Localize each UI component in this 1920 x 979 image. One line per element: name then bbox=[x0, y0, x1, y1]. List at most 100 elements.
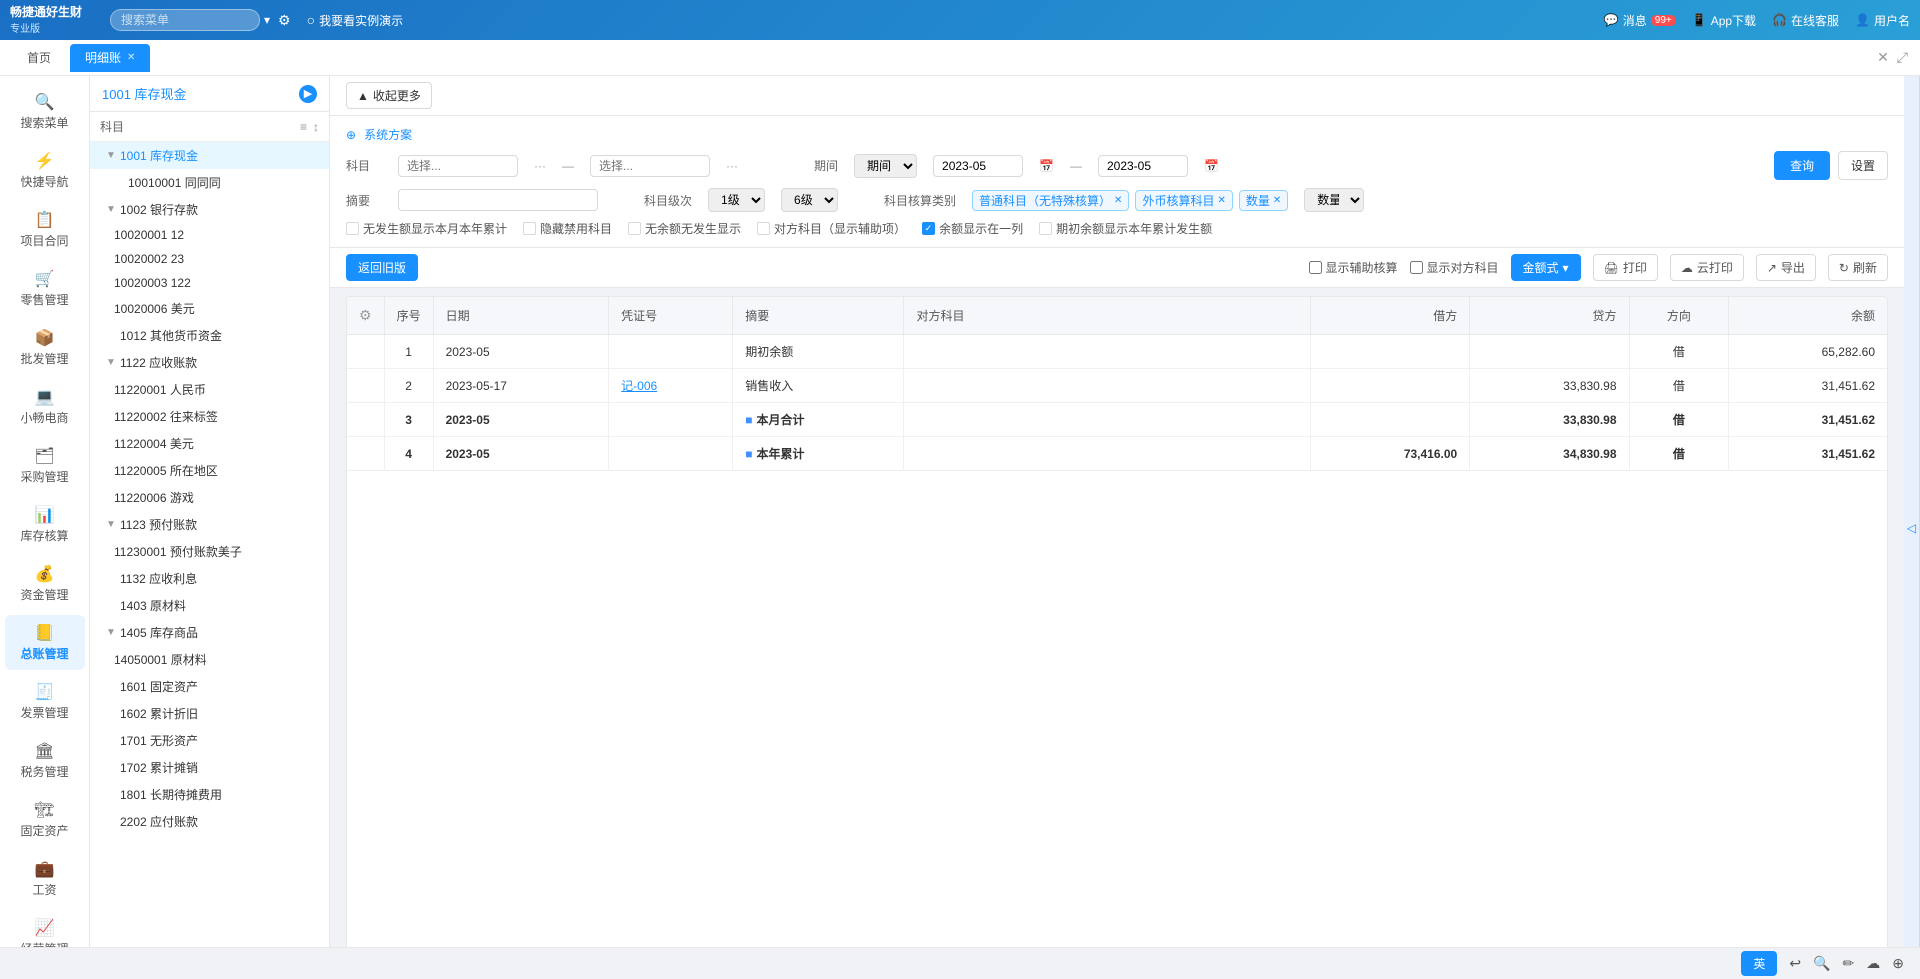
window-maximize-icon[interactable]: ⤢ bbox=[1897, 49, 1908, 66]
checkbox-balance-one-column[interactable]: ✓ 余额显示在一列 bbox=[922, 220, 1023, 237]
row2-voucher-link[interactable]: 记-006 bbox=[621, 379, 657, 393]
tag-normal-subject-close[interactable]: ✕ bbox=[1114, 195, 1122, 206]
tree-list-icon[interactable]: ≡ bbox=[300, 120, 307, 134]
sidebar-item-invoice[interactable]: 🧾 发票管理 bbox=[5, 674, 85, 729]
sidebar-item-wholesale[interactable]: 📦 批发管理 bbox=[5, 320, 85, 375]
subject-input-from[interactable] bbox=[398, 155, 518, 177]
checkbox-hide-disabled[interactable]: 隐藏禁用科目 bbox=[523, 220, 612, 237]
style-btn[interactable]: 金额式 ▾ bbox=[1511, 254, 1581, 281]
period-from-input[interactable] bbox=[933, 155, 1023, 177]
tag-foreign-currency[interactable]: 外币核算科目 ✕ bbox=[1135, 190, 1232, 211]
tree-node-1001[interactable]: ▼ 1001 库存现金 bbox=[90, 142, 329, 169]
tag-quantity[interactable]: 数量 ✕ bbox=[1239, 190, 1288, 211]
tag-normal-subject[interactable]: 普通科目（无特殊核算） ✕ bbox=[972, 190, 1129, 211]
tree-expand-1002[interactable]: ▼ bbox=[106, 204, 116, 215]
bottom-icon-4[interactable]: ☁ bbox=[1866, 955, 1880, 972]
sidebar-item-finance[interactable]: 💰 资金管理 bbox=[5, 556, 85, 611]
tree-node-10020002[interactable]: 10020002 23 bbox=[90, 247, 329, 271]
tree-node-11220005[interactable]: 11220005 所在地区 bbox=[90, 457, 329, 484]
bottom-icon-2[interactable]: 🔍 bbox=[1813, 955, 1830, 972]
bottom-icon-3[interactable]: ✏ bbox=[1843, 955, 1855, 972]
tree-node-1012[interactable]: 1012 其他货币资金 bbox=[90, 322, 329, 349]
sidebar-item-inventory[interactable]: 📊 库存核算 bbox=[5, 497, 85, 552]
show-contra-input[interactable] bbox=[1410, 261, 1423, 274]
return-old-btn[interactable]: 返回旧版 bbox=[346, 254, 418, 281]
sidebar-item-quick-nav[interactable]: ⚡ 快捷导航 bbox=[5, 143, 85, 198]
user-info[interactable]: 👤 用户名 bbox=[1855, 12, 1910, 29]
bottom-icon-5[interactable]: ⊕ bbox=[1892, 955, 1904, 972]
tag-foreign-currency-close[interactable]: ✕ bbox=[1217, 195, 1225, 206]
th-settings[interactable]: ⚙ bbox=[347, 297, 384, 335]
sidebar-item-purchase[interactable]: 🗂 采购管理 bbox=[5, 438, 85, 493]
tree-node-1405[interactable]: ▼ 1405 库存商品 bbox=[90, 619, 329, 646]
sidebar-item-project[interactable]: 📋 项目合同 bbox=[5, 202, 85, 257]
show-aux-checkbox[interactable]: 显示辅助核算 bbox=[1309, 259, 1398, 276]
tree-node-11220006[interactable]: 11220006 游戏 bbox=[90, 484, 329, 511]
sidebar-item-tax[interactable]: 🏛 税务管理 bbox=[5, 733, 85, 788]
table-settings-icon[interactable]: ⚙ bbox=[359, 307, 372, 323]
sidebar-item-ecommerce[interactable]: 💻 小畅电商 bbox=[5, 379, 85, 434]
tree-node-11230001[interactable]: 11230001 预付账款美子 bbox=[90, 538, 329, 565]
search-input[interactable] bbox=[110, 9, 260, 31]
tree-node-1403[interactable]: 1403 原材料 bbox=[90, 592, 329, 619]
search-dropdown-icon[interactable]: ▾ bbox=[264, 13, 270, 27]
tree-node-10010001[interactable]: 10010001 同同同 bbox=[90, 169, 329, 196]
selected-account-label[interactable]: 1001 库存现金 bbox=[102, 84, 295, 103]
tree-sort-icon[interactable]: ↕ bbox=[313, 120, 319, 134]
online-service-btn[interactable]: 🎧 在线客服 bbox=[1772, 12, 1839, 29]
bottom-lang-btn[interactable]: 英 bbox=[1741, 951, 1777, 976]
tree-node-1601[interactable]: 1601 固定资产 bbox=[90, 673, 329, 700]
print-btn[interactable]: 🖨 打印 bbox=[1593, 254, 1658, 281]
row2-voucher[interactable]: 记-006 bbox=[609, 369, 733, 403]
bottom-icon-1[interactable]: ↩ bbox=[1789, 955, 1801, 972]
app-download-btn[interactable]: 📱 App下载 bbox=[1692, 12, 1756, 29]
tree-node-10020003[interactable]: 10020003 122 bbox=[90, 271, 329, 295]
refresh-btn[interactable]: ↻ 刷新 bbox=[1828, 254, 1888, 281]
period-type-select[interactable]: 期间 bbox=[854, 154, 917, 178]
window-close-icon[interactable]: ✕ bbox=[1877, 49, 1889, 66]
tag-quantity-close[interactable]: ✕ bbox=[1273, 195, 1281, 206]
settings-icon[interactable]: ⚙ bbox=[278, 12, 291, 29]
sidebar-item-search[interactable]: 🔍 搜索菜单 bbox=[5, 84, 85, 139]
tree-node-1002[interactable]: ▼ 1002 银行存款 bbox=[90, 196, 329, 223]
period-to-input[interactable] bbox=[1098, 155, 1188, 177]
tree-node-2202[interactable]: 2202 应付账款 bbox=[90, 808, 329, 835]
tree-nav-right-icon[interactable]: ▶ bbox=[299, 85, 317, 103]
tab-detail-ledger[interactable]: 明细账 ✕ bbox=[70, 44, 150, 72]
search-btn[interactable]: 查询 bbox=[1774, 151, 1830, 180]
sidebar-item-salary[interactable]: 💼 工资 bbox=[5, 851, 85, 906]
tree-node-14050001[interactable]: 14050001 原材料 bbox=[90, 646, 329, 673]
tree-node-10020001[interactable]: 10020001 12 bbox=[90, 223, 329, 247]
right-expand-btn[interactable]: ◁ bbox=[1904, 76, 1920, 979]
tree-node-11220004[interactable]: 11220004 美元 bbox=[90, 430, 329, 457]
sidebar-item-retail[interactable]: 🛒 零售管理 bbox=[5, 261, 85, 316]
tree-node-1701[interactable]: 1701 无形资产 bbox=[90, 727, 329, 754]
tree-expand-1001[interactable]: ▼ bbox=[106, 150, 116, 161]
tree-node-1122[interactable]: ▼ 1122 应收账款 bbox=[90, 349, 329, 376]
checkbox-no-balance[interactable]: 无发生额显示本月本年累计 bbox=[346, 220, 507, 237]
subject-level-to-select[interactable]: 6级5级4级 bbox=[781, 188, 838, 212]
subject-level-from-select[interactable]: 1级2级3级 bbox=[708, 188, 765, 212]
tab-close-icon[interactable]: ✕ bbox=[127, 52, 135, 63]
tree-expand-1123[interactable]: ▼ bbox=[106, 519, 116, 530]
subject-input-to[interactable] bbox=[590, 155, 710, 177]
sidebar-item-ledger[interactable]: 📒 总账管理 bbox=[5, 615, 85, 670]
scheme-selector[interactable]: ▲ 收起更多 bbox=[346, 82, 432, 109]
filter-settings-btn[interactable]: 设置 bbox=[1838, 151, 1888, 180]
demo-btn[interactable]: ○ 我要看实例演示 bbox=[307, 12, 403, 29]
tree-node-1123[interactable]: ▼ 1123 预付账款 bbox=[90, 511, 329, 538]
notifications-btn[interactable]: 💬 消息 99+ bbox=[1604, 12, 1676, 29]
sidebar-item-fixed-assets[interactable]: 🏗 固定资产 bbox=[5, 792, 85, 847]
tree-node-11220002[interactable]: 11220002 往来标签 bbox=[90, 403, 329, 430]
show-aux-input[interactable] bbox=[1309, 261, 1322, 274]
tree-expand-1405[interactable]: ▼ bbox=[106, 627, 116, 638]
system-scheme-label[interactable]: 系统方案 bbox=[364, 126, 412, 143]
subject-type-more-select[interactable]: 数量▼ bbox=[1304, 188, 1364, 212]
checkbox-initial-balance[interactable]: 期初余额显示本年累计发生额 bbox=[1039, 220, 1212, 237]
tree-node-1702[interactable]: 1702 累计摊销 bbox=[90, 754, 329, 781]
show-contra-checkbox[interactable]: 显示对方科目 bbox=[1410, 259, 1499, 276]
tree-expand-1122[interactable]: ▼ bbox=[106, 357, 116, 368]
tree-node-1602[interactable]: 1602 累计折旧 bbox=[90, 700, 329, 727]
tree-node-11220001[interactable]: 11220001 人民币 bbox=[90, 376, 329, 403]
tree-node-1801[interactable]: 1801 长期待摊费用 bbox=[90, 781, 329, 808]
